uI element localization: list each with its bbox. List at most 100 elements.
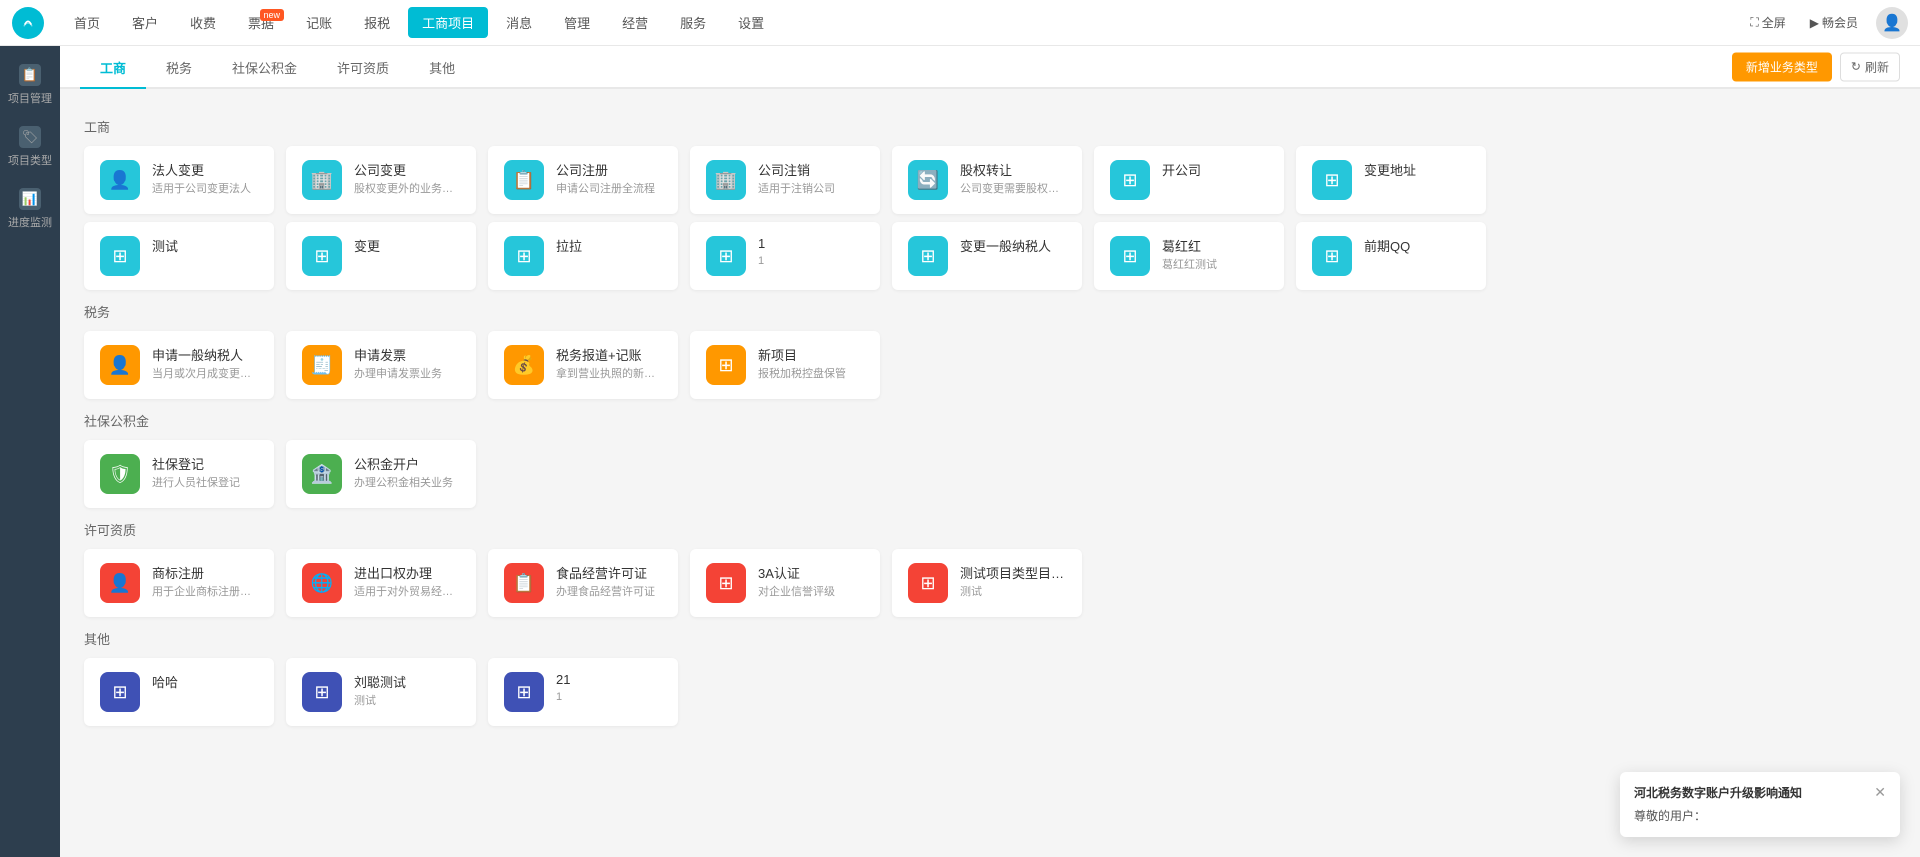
card-title-kai-gongsi: 开公司 [1162, 160, 1268, 179]
refresh-icon: ↻ [1851, 60, 1861, 74]
card-desc-twentyone: 1 [556, 690, 662, 705]
fullscreen-button[interactable]: ⛶ 全屏 [1744, 11, 1791, 34]
member-button[interactable]: ▶ 畅会员 [1804, 11, 1864, 34]
card-gehong[interactable]: ⊞ 葛红红 葛红红测试 [1094, 222, 1284, 290]
card-3a[interactable]: ⊞ 3A认证 对企业信誉评级 [690, 549, 880, 617]
card-icon-ceshi: ⊞ [100, 236, 140, 276]
card-desc-3a: 对企业信誉评级 [758, 585, 864, 600]
nav-customer[interactable]: 客户 [118, 7, 172, 38]
card-icon-kai-gongsi: ⊞ [1110, 160, 1150, 200]
fullscreen-icon: ⛶ [1750, 15, 1758, 30]
sidebar-item-progress[interactable]: 📊 进度监测 [2, 180, 58, 238]
card-shangbiao-zhuce[interactable]: 👤 商标注册 用于企业商标注册服务 [84, 549, 274, 617]
content-area: 工商 👤 法人变更 适用于公司变更法人 🏢 公司变更 股权变更外的业务变更 [60, 89, 1920, 750]
card-icon-biangeng2: ⊞ [302, 236, 342, 276]
app-logo [12, 7, 44, 39]
card-desc-liucong-ceshi: 测试 [354, 694, 460, 709]
section-title-shuiwu: 税务 [84, 302, 1896, 321]
card-title-guquan: 股权转让 [960, 160, 1066, 179]
card-ceshi[interactable]: ⊞ 测试 [84, 222, 274, 290]
tab-qita[interactable]: 其他 [409, 46, 475, 89]
sidebar-item-project-type[interactable]: 🏷 项目类型 [2, 118, 58, 176]
card-biangeng-dizhi[interactable]: ⊞ 变更地址 [1296, 146, 1486, 214]
card-title-shenqing-nashui: 申请一般纳税人 [152, 345, 258, 364]
card-icon-lala: ⊞ [504, 236, 544, 276]
nav-business[interactable]: 工商项目 [408, 7, 488, 38]
card-guquan-zhuanrang[interactable]: 🔄 股权转让 公司变更需要股权转让 [892, 146, 1082, 214]
card-title-biangeng-dizhi: 变更地址 [1364, 160, 1470, 179]
tab-gongshang[interactable]: 工商 [80, 46, 146, 89]
card-icon-3a: ⊞ [706, 563, 746, 603]
card-kai-gongsi[interactable]: ⊞ 开公司 [1094, 146, 1284, 214]
sidebar-item-project-manage[interactable]: 📋 项目管理 [2, 56, 58, 114]
nav-settings[interactable]: 设置 [724, 7, 778, 38]
card-icon-jinchukouquan: 🌐 [302, 563, 342, 603]
user-avatar[interactable]: 👤 [1876, 7, 1908, 39]
play-icon: ▶ [1810, 16, 1819, 30]
nav-operate[interactable]: 经营 [608, 7, 662, 38]
nav-accounting[interactable]: 记账 [292, 7, 346, 38]
card-title-jinchukouquan: 进出口权办理 [354, 563, 460, 582]
card-title-one: 1 [758, 236, 864, 251]
sidebar: 📋 项目管理 🏷 项目类型 📊 进度监测 [0, 46, 60, 857]
card-gongsi-biangeng[interactable]: 🏢 公司变更 股权变更外的业务变更 [286, 146, 476, 214]
top-navigation: 首页 客户 收费 票据 new 记账 报税 工商项目 消息 管理 经营 服务 设… [0, 0, 1920, 46]
card-fagao-biangeng[interactable]: 👤 法人变更 适用于公司变更法人 [84, 146, 274, 214]
card-gongsi-zhuce[interactable]: 📋 公司注册 申请公司注册全流程 [488, 146, 678, 214]
card-desc-shebao-dengji: 进行人员社保登记 [152, 476, 258, 491]
card-biangeng2[interactable]: ⊞ 变更 [286, 222, 476, 290]
card-shipin-xuke[interactable]: 📋 食品经营许可证 办理食品经营许可证 [488, 549, 678, 617]
card-icon-fagao: 👤 [100, 160, 140, 200]
tab-shuiwu[interactable]: 税务 [146, 46, 212, 89]
card-title-liucong-ceshi: 刘聪测试 [354, 672, 460, 691]
tab-shebao[interactable]: 社保公积金 [212, 46, 317, 89]
card-jinchukouquan[interactable]: 🌐 进出口权办理 适用于对外贸易经营者 [286, 549, 476, 617]
card-gongjijin-kaihu[interactable]: 🏦 公积金开户 办理公积金相关业务 [286, 440, 476, 508]
card-xin-xiangmu[interactable]: ⊞ 新项目 报税加税控盘保管 [690, 331, 880, 399]
card-liucong-ceshi[interactable]: ⊞ 刘聪测试 测试 [286, 658, 476, 726]
card-shuiwu-baodao[interactable]: 💰 税务报道+记账 拿到营业执照的新公司 [488, 331, 678, 399]
card-title-3a: 3A认证 [758, 563, 864, 582]
notification-close-button[interactable]: ✕ [1874, 784, 1886, 801]
progress-icon: 📊 [19, 188, 41, 210]
card-desc-gongsi-biangeng: 股权变更外的业务变更 [354, 182, 460, 197]
card-haha[interactable]: ⊞ 哈哈 [84, 658, 274, 726]
card-one[interactable]: ⊞ 1 1 [690, 222, 880, 290]
nav-tax[interactable]: 报税 [350, 7, 404, 38]
card-desc-shangbiao-zhuce: 用于企业商标注册服务 [152, 585, 258, 600]
section-title-gongshang: 工商 [84, 117, 1896, 136]
section-title-xuke: 许可资质 [84, 520, 1896, 539]
card-icon-biangeng-nashui: ⊞ [908, 236, 948, 276]
nav-menu: 首页 客户 收费 票据 new 记账 报税 工商项目 消息 管理 经营 服务 设… [60, 7, 1744, 38]
nav-right-area: ⛶ 全屏 ▶ 畅会员 👤 [1744, 7, 1908, 39]
card-ceshi-xiangmu[interactable]: ⊞ 测试项目类型目定义 测试 [892, 549, 1082, 617]
card-twentyone[interactable]: ⊞ 21 1 [488, 658, 678, 726]
card-desc-xin-xiangmu: 报税加税控盘保管 [758, 367, 864, 382]
card-shenqing-fapiao[interactable]: 🧾 申请发票 办理申请发票业务 [286, 331, 476, 399]
card-qianqi-qq[interactable]: ⊞ 前期QQ [1296, 222, 1486, 290]
card-icon-twentyone: ⊞ [504, 672, 544, 712]
tab-bar-actions: 新增业务类型 ↻ 刷新 [1732, 52, 1900, 81]
card-icon-gehong: ⊞ [1110, 236, 1150, 276]
card-desc-gongsi-zhuce: 申请公司注册全流程 [556, 182, 662, 197]
card-shebao-dengji[interactable]: 🛡 社保登记 进行人员社保登记 [84, 440, 274, 508]
refresh-button[interactable]: ↻ 刷新 [1840, 52, 1900, 81]
card-desc-shenqing-fapiao: 办理申请发票业务 [354, 367, 460, 382]
tab-xuke[interactable]: 许可资质 [317, 46, 409, 89]
card-biangeng-nashui[interactable]: ⊞ 变更一般纳税人 [892, 222, 1082, 290]
nav-manage[interactable]: 管理 [550, 7, 604, 38]
card-title-gongjijin-kaihu: 公积金开户 [354, 454, 460, 473]
nav-ticket[interactable]: 票据 new [234, 7, 288, 38]
card-lala[interactable]: ⊞ 拉拉 [488, 222, 678, 290]
project-manage-icon: 📋 [19, 64, 41, 86]
card-gongsi-zhuxiao[interactable]: 🏢 公司注销 适用于注销公司 [690, 146, 880, 214]
nav-service[interactable]: 服务 [666, 7, 720, 38]
nav-message[interactable]: 消息 [492, 7, 546, 38]
card-shenqing-nashui[interactable]: 👤 申请一般纳税人 当月或次月成变更完成 [84, 331, 274, 399]
add-type-button[interactable]: 新增业务类型 [1732, 52, 1832, 81]
card-icon-haha: ⊞ [100, 672, 140, 712]
card-desc-gongsi-zhuxiao: 适用于注销公司 [758, 182, 864, 197]
nav-home[interactable]: 首页 [60, 7, 114, 38]
ticket-badge: new [260, 9, 285, 21]
nav-fee[interactable]: 收费 [176, 7, 230, 38]
